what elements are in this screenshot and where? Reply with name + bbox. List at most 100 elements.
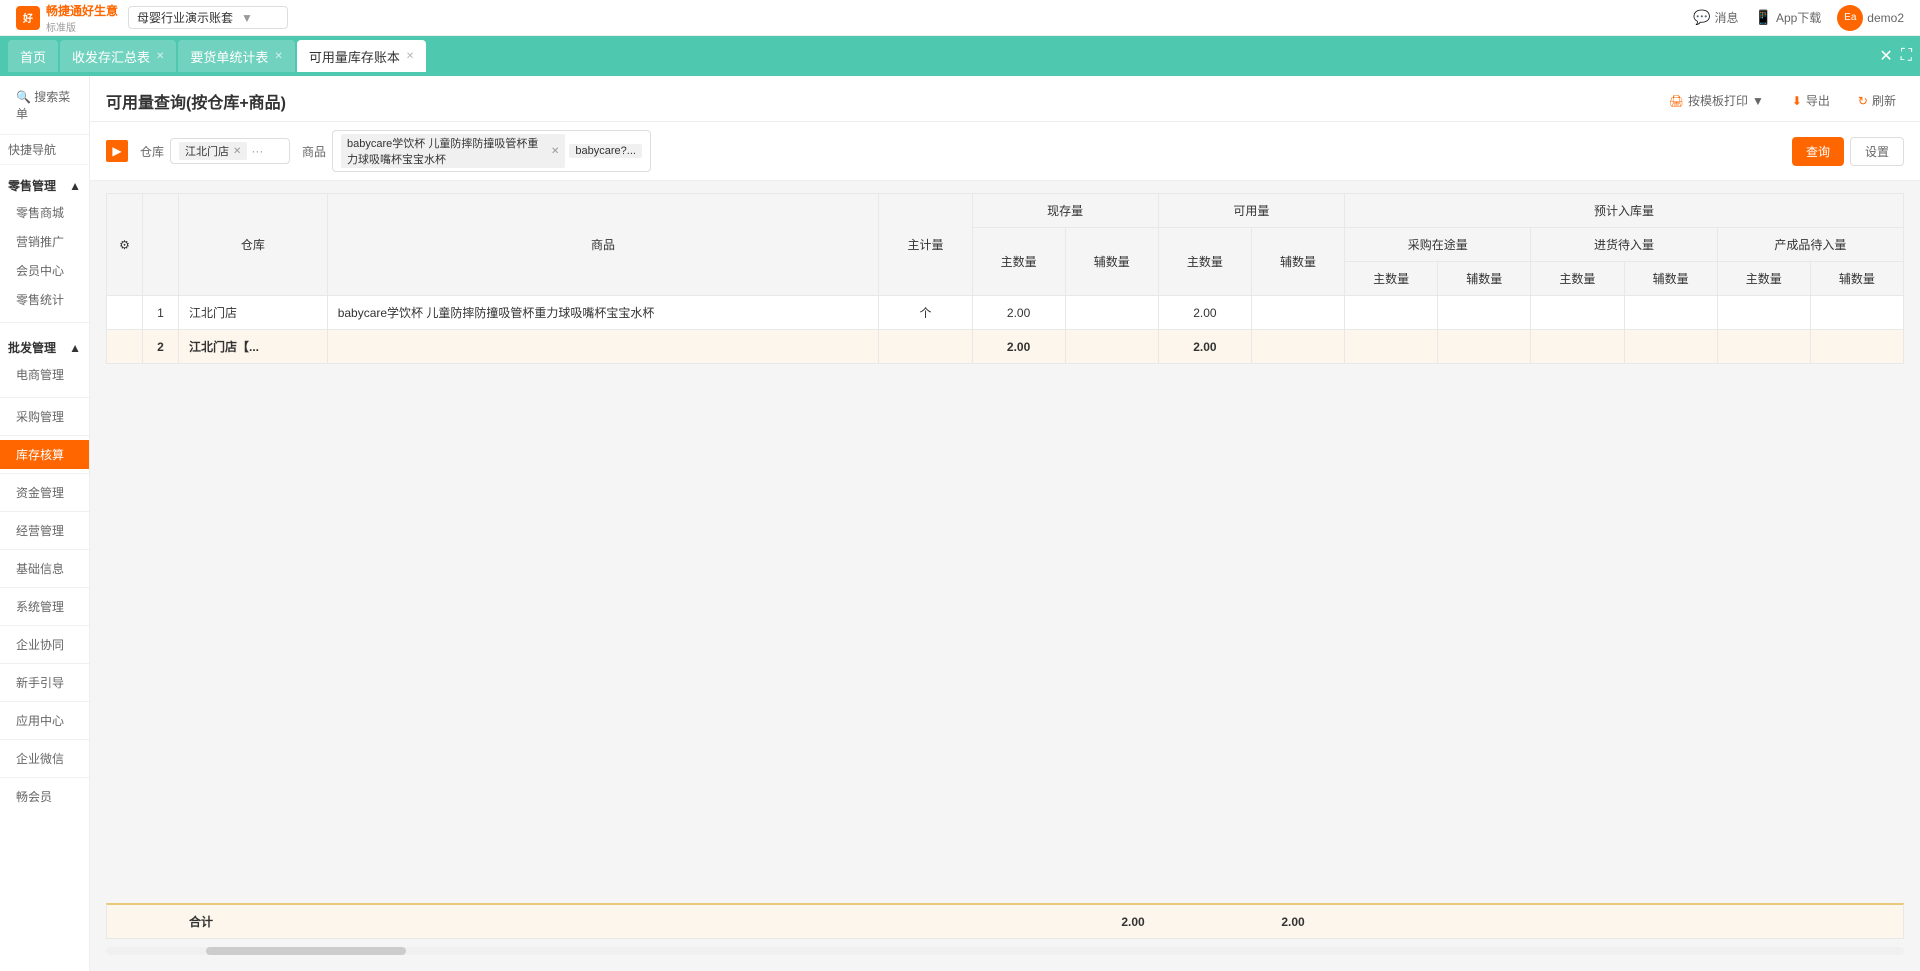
logo-title: 畅捷通好生意 <box>46 2 118 19</box>
tab-available-label: 可用量库存账本 <box>309 47 400 66</box>
table-body: 1 江北门店 babycare学饮杯 儿童防摔防撞吸管杯重力球吸嘴杯宝宝水杯 个… <box>107 296 1904 364</box>
sidebar-item-enterprise[interactable]: 企业协同 <box>0 630 89 659</box>
th-product: 商品 <box>327 194 879 296</box>
sidebar-item-member-center[interactable]: 会员中心 <box>0 256 89 285</box>
sidebar-item-basic[interactable]: 基础信息 <box>0 554 89 583</box>
retail-arrow: ▲ <box>69 179 81 193</box>
sidebar-wholesale-title[interactable]: 批发管理 ▲ <box>0 331 89 360</box>
sidebar-item-appstore[interactable]: 应用中心 <box>0 706 89 735</box>
sidebar-item-wecom[interactable]: 企业微信 <box>0 744 89 773</box>
nav-close-btn[interactable]: ✕ <box>1879 46 1892 66</box>
tab-receive-summary[interactable]: 收发存汇总表 ✕ <box>60 40 176 72</box>
sidebar-retail-title[interactable]: 零售管理 ▲ <box>0 169 89 198</box>
filter-expand-btn[interactable]: ▶ <box>106 140 128 162</box>
sidebar-item-finance[interactable]: 资金管理 <box>0 478 89 507</box>
divider-3 <box>0 435 89 436</box>
print-dropdown-icon: ▼ <box>1752 94 1764 108</box>
sidebar-item-ecommerce[interactable]: 电商管理 <box>0 360 89 389</box>
user-name: demo2 <box>1867 11 1904 25</box>
th-purchase-incoming: 进货待入量 <box>1531 228 1717 262</box>
tab-order-label: 要货单统计表 <box>190 47 268 66</box>
sidebar-item-business[interactable]: 经营管理 <box>0 516 89 545</box>
sidebar-item-newbie[interactable]: 新手引导 <box>0 668 89 697</box>
retail-label: 零售管理 <box>8 177 56 194</box>
cell-warehouse: 江北门店 <box>179 296 328 330</box>
th-stock-main: 主数量 <box>972 228 1065 296</box>
sidebar-item-system[interactable]: 系统管理 <box>0 592 89 621</box>
sidebar-item-marketing[interactable]: 营销推广 <box>0 227 89 256</box>
warehouse-input[interactable]: 江北门店 ✕ ··· <box>170 138 290 164</box>
tab-available-stock[interactable]: 可用量库存账本 ✕ <box>297 40 426 72</box>
sidebar-quick-nav[interactable]: 快捷导航 <box>0 135 89 165</box>
page-title: 可用量查询(按仓库+商品) <box>106 89 286 113</box>
subtotal-pur-in-aux <box>1624 330 1717 364</box>
subtotal-pur-in-main <box>1531 330 1624 364</box>
total-stock-main: 2.00 <box>1093 915 1173 929</box>
sidebar-item-purchase[interactable]: 采购管理 <box>0 402 89 431</box>
print-label: 按模板打印 <box>1688 92 1748 109</box>
product-input[interactable]: babycare学饮杯 儿童防摔防撞吸管杯重力球吸嘴杯宝宝水杯 ✕ babyca… <box>332 130 651 172</box>
cell-stock-main: 2.00 <box>972 296 1065 330</box>
sidebar-item-inventory[interactable]: 库存核算 <box>0 440 89 469</box>
warehouse-tag: 江北门店 ✕ <box>179 142 247 160</box>
query-btn[interactable]: 查询 <box>1792 137 1844 166</box>
table-total-row: 合计 2.00 2.00 <box>106 903 1904 939</box>
cell-gear <box>107 296 143 330</box>
logo-text: 畅捷通好生意 标准版 <box>46 2 118 34</box>
subtotal-avail-main: 2.00 <box>1158 330 1251 364</box>
sidebar-search[interactable]: 🔍 搜索菜单 <box>8 84 81 126</box>
enterprise-select[interactable]: 母婴行业演示账套 ▼ <box>128 6 288 29</box>
tab-order-close[interactable]: ✕ <box>274 51 282 62</box>
tab-order-stats[interactable]: 要货单统计表 ✕ <box>178 40 294 72</box>
app-download-btn[interactable]: 📱 App下载 <box>1755 9 1822 26</box>
nav-expand-btn[interactable]: ⛶ <box>1901 47 1912 65</box>
logo-icon: 好 <box>16 6 40 30</box>
refresh-btn[interactable]: ↻ 刷新 <box>1850 88 1904 113</box>
th-available-group: 可用量 <box>1158 194 1344 228</box>
tab-available-close[interactable]: ✕ <box>406 51 414 62</box>
product-label: 商品 <box>302 143 326 160</box>
th-purchase-on-way: 采购在途量 <box>1345 228 1531 262</box>
message-btn[interactable]: 💬 消息 <box>1693 9 1738 26</box>
tab-home[interactable]: 首页 <box>8 40 58 72</box>
sidebar-section-retail: 零售管理 ▲ 零售商城 营销推广 会员中心 零售统计 <box>0 165 89 318</box>
divider-9 <box>0 663 89 664</box>
th-gear: ⚙ <box>107 194 143 296</box>
tab-receive-close[interactable]: ✕ <box>156 51 164 62</box>
quick-nav-label: 快捷导航 <box>8 143 56 157</box>
scroll-thumb[interactable] <box>206 947 406 955</box>
user-area[interactable]: Ea demo2 <box>1837 5 1904 31</box>
warehouse-tag-remove[interactable]: ✕ <box>233 146 241 157</box>
scroll-track[interactable] <box>106 947 1904 955</box>
message-icon: 💬 <box>1693 9 1710 26</box>
th-prod-main: 主数量 <box>1717 262 1810 296</box>
subtotal-stock-main: 2.00 <box>972 330 1065 364</box>
cell-prod-in-main <box>1717 296 1810 330</box>
warehouse-ellipsis: ··· <box>251 144 263 158</box>
sidebar-item-member[interactable]: 畅会员 <box>0 782 89 811</box>
subtotal-avail-aux <box>1251 330 1344 364</box>
settings-btn[interactable]: 设置 <box>1850 137 1904 166</box>
subtotal-product <box>327 330 879 364</box>
th-forecast-group: 预计入库量 <box>1345 194 1904 228</box>
table-row: 1 江北门店 babycare学饮杯 儿童防摔防撞吸管杯重力球吸嘴杯宝宝水杯 个… <box>107 296 1904 330</box>
logo-area: 好 畅捷通好生意 标准版 <box>16 2 118 34</box>
sidebar-item-retail-shop[interactable]: 零售商城 <box>0 198 89 227</box>
sidebar-item-retail-stats[interactable]: 零售统计 <box>0 285 89 314</box>
product-tag-remove[interactable]: ✕ <box>551 146 559 157</box>
export-btn[interactable]: ⬇ 导出 <box>1784 88 1838 113</box>
th-avail-aux: 辅数量 <box>1251 228 1344 296</box>
top-bar-right: 💬 消息 📱 App下载 Ea demo2 <box>1693 5 1904 31</box>
th-prod-aux: 辅数量 <box>1810 262 1903 296</box>
print-btn[interactable]: 🖨 按模板打印 ▼ <box>1661 88 1772 113</box>
product-tag: babycare学饮杯 儿童防摔防撞吸管杯重力球吸嘴杯宝宝水杯 ✕ <box>341 134 565 168</box>
cell-pur-in-main <box>1531 296 1624 330</box>
enterprise-name: 母婴行业演示账套 <box>137 9 233 26</box>
data-table: ⚙ 仓库 商品 主计量 现存量 可用量 预计入库量 主数量 辅数量 主数量 辅数… <box>106 193 1904 364</box>
subtotal-pur-on-main <box>1345 330 1438 364</box>
divider-5 <box>0 511 89 512</box>
subtotal-prod-in-aux <box>1810 330 1903 364</box>
th-warehouse: 仓库 <box>179 194 328 296</box>
th-pur-main: 主数量 <box>1345 262 1438 296</box>
product-extra-text: babycare?... <box>575 145 636 157</box>
